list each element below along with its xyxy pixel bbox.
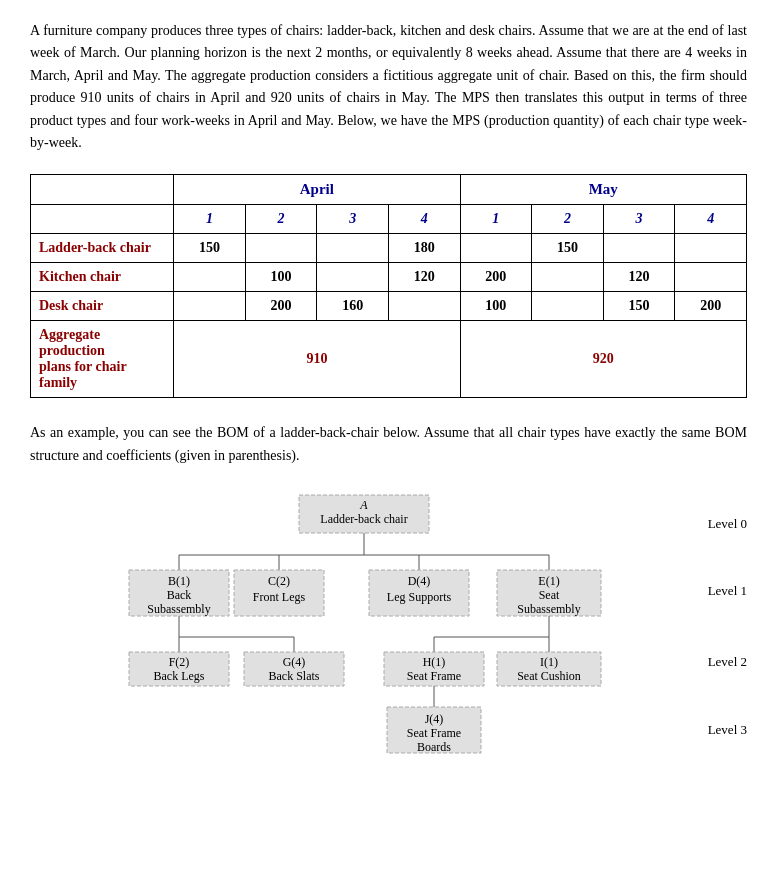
mps-cell	[317, 234, 389, 263]
svg-text:Boards: Boards	[417, 740, 451, 754]
mps-cell: 120	[388, 263, 460, 292]
mps-cell	[174, 292, 246, 321]
mps-cell: 100	[245, 263, 317, 292]
mps-cell: 200	[460, 263, 532, 292]
svg-text:Subassembly: Subassembly	[517, 602, 580, 616]
week-april-4: 4	[388, 205, 460, 234]
level0-label: Level 0	[708, 516, 747, 532]
svg-text:Seat Frame: Seat Frame	[407, 669, 461, 683]
svg-text:I(1): I(1)	[540, 655, 558, 669]
mps-cell	[532, 292, 604, 321]
bom-svg: A Ladder-back chair B(1) Back Subassembl…	[119, 485, 639, 795]
may-aggregate: 920	[460, 321, 746, 398]
svg-text:G(4): G(4)	[282, 655, 305, 669]
svg-text:Leg Supports: Leg Supports	[387, 590, 452, 604]
mps-cell: 120	[603, 263, 675, 292]
mps-cell	[317, 263, 389, 292]
week-april-1: 1	[174, 205, 246, 234]
mps-cell	[460, 234, 532, 263]
mps-table: April May 1 2 3 4 1 2 3 4 Ladder-back ch…	[30, 174, 747, 398]
mps-cell	[388, 292, 460, 321]
svg-text:Seat Cushion: Seat Cushion	[517, 669, 581, 683]
mps-cell: 180	[388, 234, 460, 263]
week-may-4: 4	[675, 205, 747, 234]
svg-text:Seat: Seat	[538, 588, 559, 602]
svg-text:C(2): C(2)	[268, 574, 290, 588]
mps-cell	[675, 263, 747, 292]
aggregate-label: Aggregate productionplans for chair fami…	[31, 321, 174, 398]
mps-cell: 150	[532, 234, 604, 263]
chair-label: Kitchen chair	[31, 263, 174, 292]
intro-paragraph: A furniture company produces three types…	[30, 20, 747, 154]
svg-text:F(2): F(2)	[168, 655, 189, 669]
bom-diagram: A Ladder-back chair B(1) Back Subassembl…	[119, 485, 619, 799]
bom-intro-paragraph: As an example, you can see the BOM of a …	[30, 422, 747, 467]
svg-text:J(4): J(4)	[424, 712, 443, 726]
mps-cell: 160	[317, 292, 389, 321]
mps-cell	[603, 234, 675, 263]
level1-label: Level 1	[708, 583, 747, 599]
week-may-3: 3	[603, 205, 675, 234]
april-header: April	[174, 175, 460, 205]
svg-text:Seat Frame: Seat Frame	[407, 726, 461, 740]
svg-text:A: A	[359, 498, 368, 512]
mps-cell: 150	[603, 292, 675, 321]
svg-text:Back Slats: Back Slats	[268, 669, 319, 683]
level3-label: Level 3	[708, 722, 747, 738]
mps-cell	[174, 263, 246, 292]
chair-label: Desk chair	[31, 292, 174, 321]
mps-cell	[245, 234, 317, 263]
svg-text:Back: Back	[167, 588, 192, 602]
svg-text:D(4): D(4)	[407, 574, 430, 588]
svg-text:H(1): H(1)	[422, 655, 445, 669]
week-april-3: 3	[317, 205, 389, 234]
svg-text:Subassembly: Subassembly	[147, 602, 210, 616]
mps-cell: 200	[245, 292, 317, 321]
week-may-2: 2	[532, 205, 604, 234]
mps-cell: 150	[174, 234, 246, 263]
svg-text:B(1): B(1)	[168, 574, 190, 588]
mps-cell	[532, 263, 604, 292]
chair-label: Ladder-back chair	[31, 234, 174, 263]
svg-text:Back Legs: Back Legs	[153, 669, 204, 683]
level2-label: Level 2	[708, 654, 747, 670]
svg-text:Ladder-back chair: Ladder-back chair	[320, 512, 407, 526]
week-april-2: 2	[245, 205, 317, 234]
may-header: May	[460, 175, 746, 205]
svg-text:Front Legs: Front Legs	[253, 590, 306, 604]
april-aggregate: 910	[174, 321, 460, 398]
level-labels: Level 0 Level 1 Level 2 Level 3	[708, 485, 747, 764]
week-may-1: 1	[460, 205, 532, 234]
bom-section: A Ladder-back chair B(1) Back Subassembl…	[30, 485, 747, 799]
mps-cell: 200	[675, 292, 747, 321]
svg-text:E(1): E(1)	[538, 574, 559, 588]
mps-cell	[675, 234, 747, 263]
mps-cell: 100	[460, 292, 532, 321]
